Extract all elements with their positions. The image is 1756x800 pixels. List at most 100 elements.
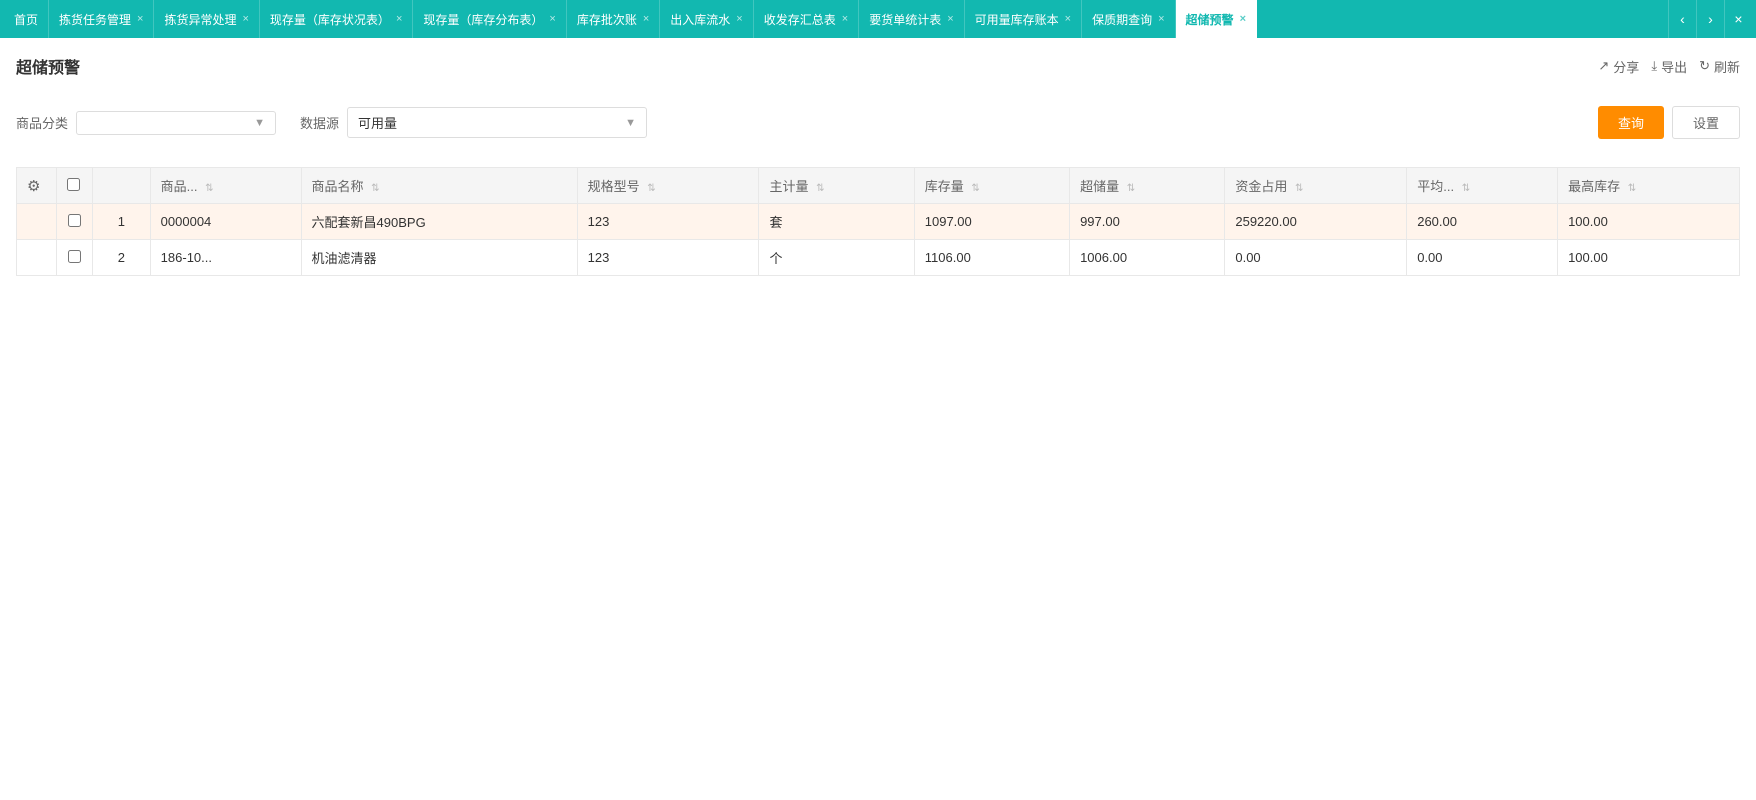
refresh-icon: ↻ [1699, 58, 1710, 74]
row1-checkbox-cell [57, 204, 93, 240]
nav-arrows: ‹ › × [1668, 0, 1752, 38]
header-actions: ↗ 分享 ⤓ 导出 ↻ 刷新 [1598, 57, 1740, 76]
data-table: ⚙ 商品... ⇅ 商品名称 ⇅ 规格型号 ⇅ [16, 167, 1740, 276]
th-settings[interactable]: ⚙ [17, 168, 57, 204]
row2-goods-name: 机油滤清器 [301, 240, 577, 276]
category-select[interactable]: ▼ [76, 111, 276, 135]
tab-available-account[interactable]: 可用量库存账本 × [965, 0, 1082, 38]
sort-spec-icon: ⇅ [647, 183, 655, 194]
table-row: 2 186-10... 机油滤清器 123 个 1106.00 1006.00 … [17, 240, 1740, 276]
row2-settings-cell [17, 240, 57, 276]
row1-index: 1 [93, 204, 151, 240]
row2-checkbox-cell [57, 240, 93, 276]
sort-capital-icon: ⇅ [1295, 183, 1303, 194]
gear-icon: ⚙ [27, 178, 40, 195]
tab-collect-total[interactable]: 收发存汇总表 × [754, 0, 859, 38]
page-title: 超储预警 [16, 54, 80, 78]
row2-index: 2 [93, 240, 151, 276]
category-chevron-icon: ▼ [254, 117, 265, 129]
row1-max-stock: 100.00 [1558, 204, 1740, 240]
row1-settings-cell [17, 204, 57, 240]
export-icon: ⤓ [1651, 58, 1657, 74]
datasource-value: 可用量 [358, 113, 397, 132]
close-tab-abnormal[interactable]: × [242, 13, 248, 25]
category-label: 商品分类 [16, 113, 68, 132]
filter-actions: 查询 设置 [1598, 106, 1740, 139]
filter-area: 商品分类 ▼ 数据源 可用量 ▼ 查询 设置 [16, 94, 1740, 151]
row2-max-stock: 100.00 [1558, 240, 1740, 276]
share-button[interactable]: ↗ 分享 [1598, 57, 1639, 76]
sort-goods-name-icon: ⇅ [371, 183, 379, 194]
row2-unit: 个 [759, 240, 914, 276]
tab-task-mgmt[interactable]: 拣货任务管理 × [49, 0, 154, 38]
th-unit[interactable]: 主计量 ⇅ [759, 168, 914, 204]
th-goods-code[interactable]: 商品... ⇅ [150, 168, 301, 204]
close-tab-overstock[interactable]: × [1240, 13, 1246, 25]
top-navigation: 首页 拣货任务管理 × 拣货异常处理 × 现存量（库存状况表） × 现存量（库存… [0, 0, 1756, 38]
close-tab-available-account[interactable]: × [1065, 13, 1071, 25]
query-button[interactable]: 查询 [1598, 106, 1664, 139]
close-tab-inventory-dist[interactable]: × [549, 13, 555, 25]
tab-abnormal[interactable]: 拣货异常处理 × [154, 0, 259, 38]
row2-capital: 0.00 [1225, 240, 1407, 276]
sort-inventory-icon: ⇅ [971, 183, 979, 194]
close-tab-in-out-flow[interactable]: × [736, 13, 742, 25]
tab-inventory-dist[interactable]: 现存量（库存分布表） × [413, 0, 566, 38]
nav-arrow-right[interactable]: › [1696, 0, 1724, 38]
datasource-select[interactable]: 可用量 ▼ [347, 107, 647, 138]
row2-goods-code: 186-10... [150, 240, 301, 276]
row1-goods-name: 六配套新昌490BPG [301, 204, 577, 240]
close-tab-inventory-status[interactable]: × [396, 13, 402, 25]
close-tab-task-mgmt[interactable]: × [137, 13, 143, 25]
row1-spec: 123 [577, 204, 759, 240]
th-checkbox [57, 168, 93, 204]
row2-inventory: 1106.00 [914, 240, 1069, 276]
datasource-chevron-icon: ▼ [625, 117, 636, 129]
close-tab-batch-account[interactable]: × [643, 13, 649, 25]
row1-avg: 260.00 [1407, 204, 1558, 240]
tab-overstock[interactable]: 超储预警 × [1176, 0, 1257, 38]
row1-overstock: 997.00 [1070, 204, 1225, 240]
filter-datasource: 数据源 可用量 ▼ [300, 107, 647, 138]
row2-checkbox[interactable] [68, 250, 81, 263]
settings-button[interactable]: 设置 [1672, 106, 1740, 139]
filter-category: 商品分类 ▼ [16, 111, 276, 135]
th-overstock[interactable]: 超储量 ⇅ [1070, 168, 1225, 204]
table-row: 1 0000004 六配套新昌490BPG 123 套 1097.00 997.… [17, 204, 1740, 240]
row1-unit: 套 [759, 204, 914, 240]
tab-quality-check[interactable]: 保质期查询 × [1082, 0, 1175, 38]
th-max-stock[interactable]: 最高库存 ⇅ [1558, 168, 1740, 204]
nav-arrow-close[interactable]: × [1724, 0, 1752, 38]
tab-home[interactable]: 首页 [4, 0, 49, 38]
row2-overstock: 1006.00 [1070, 240, 1225, 276]
close-tab-order-stats[interactable]: × [947, 13, 953, 25]
tab-inventory-status[interactable]: 现存量（库存状况表） × [260, 0, 413, 38]
sort-avg-icon: ⇅ [1462, 183, 1470, 194]
th-capital[interactable]: 资金占用 ⇅ [1225, 168, 1407, 204]
row1-capital: 259220.00 [1225, 204, 1407, 240]
sort-max-stock-icon: ⇅ [1628, 183, 1636, 194]
table-header-row: ⚙ 商品... ⇅ 商品名称 ⇅ 规格型号 ⇅ [17, 168, 1740, 204]
share-icon: ↗ [1598, 58, 1609, 74]
refresh-button[interactable]: ↻ 刷新 [1699, 57, 1740, 76]
row1-checkbox[interactable] [68, 214, 81, 227]
row2-spec: 123 [577, 240, 759, 276]
sort-unit-icon: ⇅ [816, 183, 824, 194]
close-tab-quality-check[interactable]: × [1158, 13, 1164, 25]
nav-arrow-left[interactable]: ‹ [1668, 0, 1696, 38]
sort-overstock-icon: ⇅ [1127, 183, 1135, 194]
export-button[interactable]: ⤓ 导出 [1651, 57, 1687, 76]
th-avg[interactable]: 平均... ⇅ [1407, 168, 1558, 204]
close-tab-collect-total[interactable]: × [842, 13, 848, 25]
select-all-checkbox[interactable] [67, 178, 80, 191]
sort-goods-code-icon: ⇅ [205, 183, 213, 194]
page-content: 超储预警 ↗ 分享 ⤓ 导出 ↻ 刷新 商品分类 ▼ 数据源 [0, 38, 1756, 800]
tab-order-stats[interactable]: 要货单统计表 × [859, 0, 964, 38]
th-spec[interactable]: 规格型号 ⇅ [577, 168, 759, 204]
th-inventory[interactable]: 库存量 ⇅ [914, 168, 1069, 204]
tab-batch-account[interactable]: 库存批次账 × [567, 0, 660, 38]
th-goods-name[interactable]: 商品名称 ⇅ [301, 168, 577, 204]
row2-avg: 0.00 [1407, 240, 1558, 276]
datasource-label: 数据源 [300, 113, 339, 132]
tab-in-out-flow[interactable]: 出入库流水 × [660, 0, 753, 38]
